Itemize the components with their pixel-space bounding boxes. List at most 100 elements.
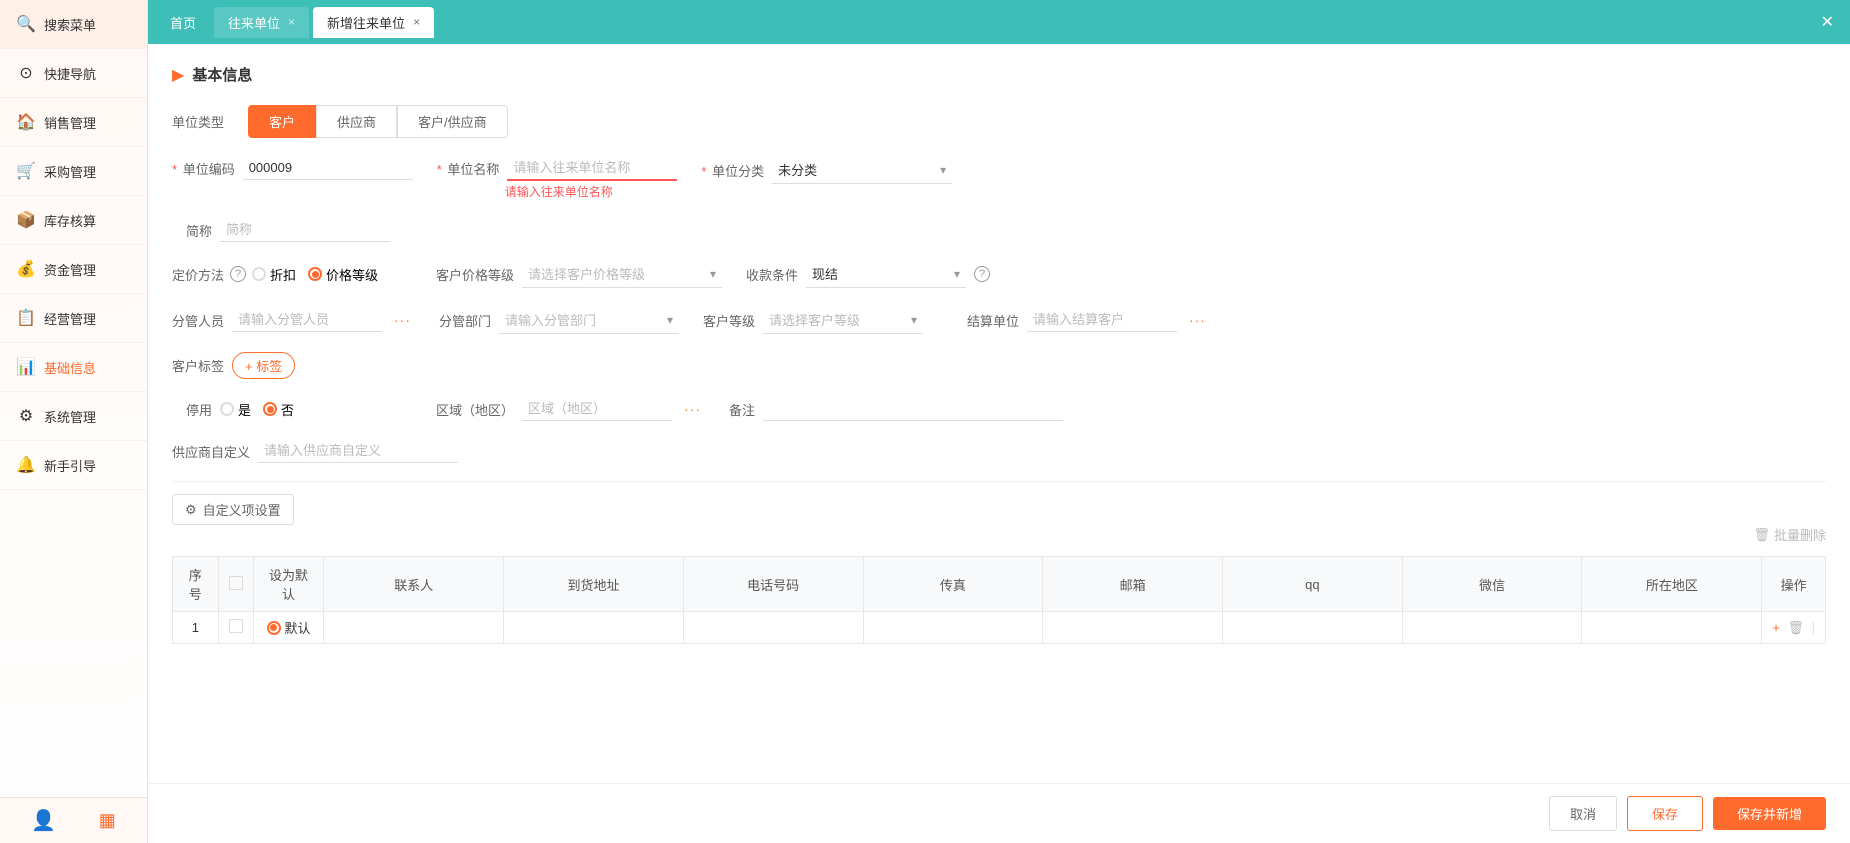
manager-more-btn[interactable]: ··· — [390, 310, 415, 330]
row-delete-btn[interactable]: 🗑 — [1787, 620, 1804, 635]
custom-settings-button[interactable]: ⚙ 自定义项设置 — [172, 494, 294, 525]
col-no: 序号 — [173, 557, 219, 612]
unit-type-row: 单位类型 客户 供应商 客户/供应商 — [172, 105, 1826, 138]
tab-home[interactable]: 首页 — [156, 7, 210, 38]
tab-new-partner-label: 新增往来单位 — [327, 13, 405, 32]
custom-settings-area: ⚙ 自定义项设置 — [172, 494, 1826, 525]
customer-price-level-label: 客户价格等级 — [436, 265, 514, 284]
row-region-input[interactable] — [1592, 620, 1751, 635]
disabled-label: 停用 — [172, 400, 212, 419]
row-wechat-input[interactable] — [1413, 620, 1572, 635]
code-input[interactable] — [243, 156, 413, 180]
row-email[interactable] — [1043, 612, 1223, 644]
table-body: 1 默认 — [173, 612, 1826, 644]
name-input[interactable] — [507, 156, 677, 181]
tab-new-partner-close[interactable]: × — [413, 15, 420, 29]
table-header: 序号 设为默认 联系人 到货地址 电话号码 传真 邮箱 qq 微信 所在地区 操… — [173, 557, 1826, 612]
sidebar-item-label: 经营管理 — [44, 309, 96, 328]
tab-partners-label: 往来单位 — [228, 13, 280, 32]
operation-icon: 📋 — [16, 308, 36, 328]
radio-yes-label: 是 — [238, 400, 251, 419]
row-fax[interactable] — [863, 612, 1043, 644]
supplier-custom-input[interactable] — [258, 439, 458, 463]
tab-new-partner[interactable]: 新增往来单位 × — [313, 7, 434, 38]
row-checkbox[interactable] — [218, 612, 253, 644]
row-address-input[interactable] — [514, 620, 673, 635]
sidebar-item-guide[interactable]: 🔔 新手引导 — [0, 441, 147, 490]
payment-select[interactable]: 现结 ▾ — [806, 260, 966, 288]
unit-btn-both[interactable]: 客户/供应商 — [397, 105, 508, 138]
row-default-radio[interactable]: 默认 — [264, 618, 314, 637]
category-select[interactable]: 未分类 ▾ — [772, 156, 952, 184]
radio-price-level-dot — [312, 271, 319, 278]
row-qq[interactable] — [1222, 612, 1402, 644]
footer: 取消 保存 保存并新增 — [148, 783, 1850, 843]
batch-delete-label[interactable]: 批量删除 — [1774, 525, 1826, 544]
batch-delete-area: 🗑 批量删除 — [172, 525, 1826, 544]
row-region[interactable] — [1582, 612, 1762, 644]
row-add-btn[interactable]: + — [1772, 620, 1780, 635]
row-qq-input[interactable] — [1233, 620, 1392, 635]
sidebar-item-operation[interactable]: 📋 经营管理 — [0, 294, 147, 343]
radio-price-level-circle — [308, 267, 322, 281]
unit-btn-supplier[interactable]: 供应商 — [316, 105, 397, 138]
sidebar-item-quicknav[interactable]: ⊙ 快捷导航 — [0, 49, 147, 98]
sidebar-item-inventory[interactable]: 📦 库存核算 — [0, 196, 147, 245]
region-more-btn[interactable]: ··· — [680, 399, 705, 419]
customer-level-select[interactable]: 请选择客户等级 ▾ — [763, 306, 923, 334]
remark-input[interactable] — [763, 397, 1063, 421]
sidebar: 🔍 搜索菜单 ⊙ 快捷导航 🏠 销售管理 🛒 采购管理 📦 库存核算 💰 资金管… — [0, 0, 148, 843]
shortname-input[interactable] — [220, 218, 390, 242]
row-default-circle — [267, 621, 281, 635]
settlement-input[interactable] — [1027, 308, 1177, 332]
select-all-checkbox[interactable] — [229, 576, 243, 590]
row-wechat[interactable] — [1402, 612, 1582, 644]
cancel-button[interactable]: 取消 — [1549, 796, 1617, 831]
manager-row: 分管人员 ··· 分管部门 请输入分管部门 ▾ 客户等级 请选择客户等级 ▾ 结… — [172, 306, 1826, 334]
sidebar-item-search[interactable]: 🔍 搜索菜单 — [0, 0, 147, 49]
sales-icon: 🏠 — [16, 112, 36, 132]
row-address[interactable] — [504, 612, 684, 644]
sidebar-menu-icon[interactable]: ▦ — [99, 810, 116, 831]
row-email-input[interactable] — [1053, 620, 1212, 635]
radio-no[interactable]: 否 — [263, 400, 294, 419]
window-close-button[interactable]: ✕ — [1813, 8, 1842, 36]
manager-input[interactable] — [232, 308, 382, 332]
table-row: 1 默认 — [173, 612, 1826, 644]
save-new-button[interactable]: 保存并新增 — [1713, 797, 1826, 830]
region-input[interactable] — [522, 397, 672, 421]
radio-discount[interactable]: 折扣 — [252, 265, 296, 284]
custom-settings-label: 自定义项设置 — [203, 500, 281, 519]
sidebar-item-purchase[interactable]: 🛒 采购管理 — [0, 147, 147, 196]
sidebar-item-finance[interactable]: 💰 资金管理 — [0, 245, 147, 294]
sidebar-item-sales[interactable]: 🏠 销售管理 — [0, 98, 147, 147]
radio-yes[interactable]: 是 — [220, 400, 251, 419]
radio-no-circle — [263, 402, 277, 416]
row-fax-input[interactable] — [874, 620, 1033, 635]
payment-help-icon[interactable]: ? — [974, 266, 990, 282]
tab-partners[interactable]: 往来单位 × — [214, 7, 309, 38]
radio-price-level[interactable]: 价格等级 — [308, 265, 378, 284]
row-phone[interactable] — [683, 612, 863, 644]
col-region: 所在地区 — [1582, 557, 1762, 612]
add-tag-button[interactable]: + 标签 — [232, 352, 295, 379]
sidebar-item-basic[interactable]: 📊 基础信息 — [0, 343, 147, 392]
col-fax: 传真 — [863, 557, 1043, 612]
sidebar-item-system[interactable]: ⚙ 系统管理 — [0, 392, 147, 441]
sidebar-user-icon[interactable]: 👤 — [31, 808, 56, 833]
pricing-help-icon[interactable]: ? — [230, 266, 246, 282]
row-phone-input[interactable] — [694, 620, 853, 635]
unit-btn-customer[interactable]: 客户 — [248, 105, 316, 138]
row-checkbox-input[interactable] — [229, 619, 243, 633]
row-contact-input[interactable] — [334, 620, 493, 635]
dept-select[interactable]: 请输入分管部门 ▾ — [499, 306, 679, 334]
col-email: 邮箱 — [1043, 557, 1223, 612]
save-button[interactable]: 保存 — [1627, 796, 1703, 831]
disabled-field: 停用 是 否 — [172, 400, 412, 419]
search-icon: 🔍 — [16, 14, 36, 34]
row-contact[interactable] — [324, 612, 504, 644]
customer-price-level-select[interactable]: 请选择客户价格等级 ▾ — [522, 260, 722, 288]
settlement-more-btn[interactable]: ··· — [1185, 310, 1210, 330]
tab-partners-close[interactable]: × — [288, 15, 295, 29]
shortname-field: 简称 — [172, 218, 412, 242]
